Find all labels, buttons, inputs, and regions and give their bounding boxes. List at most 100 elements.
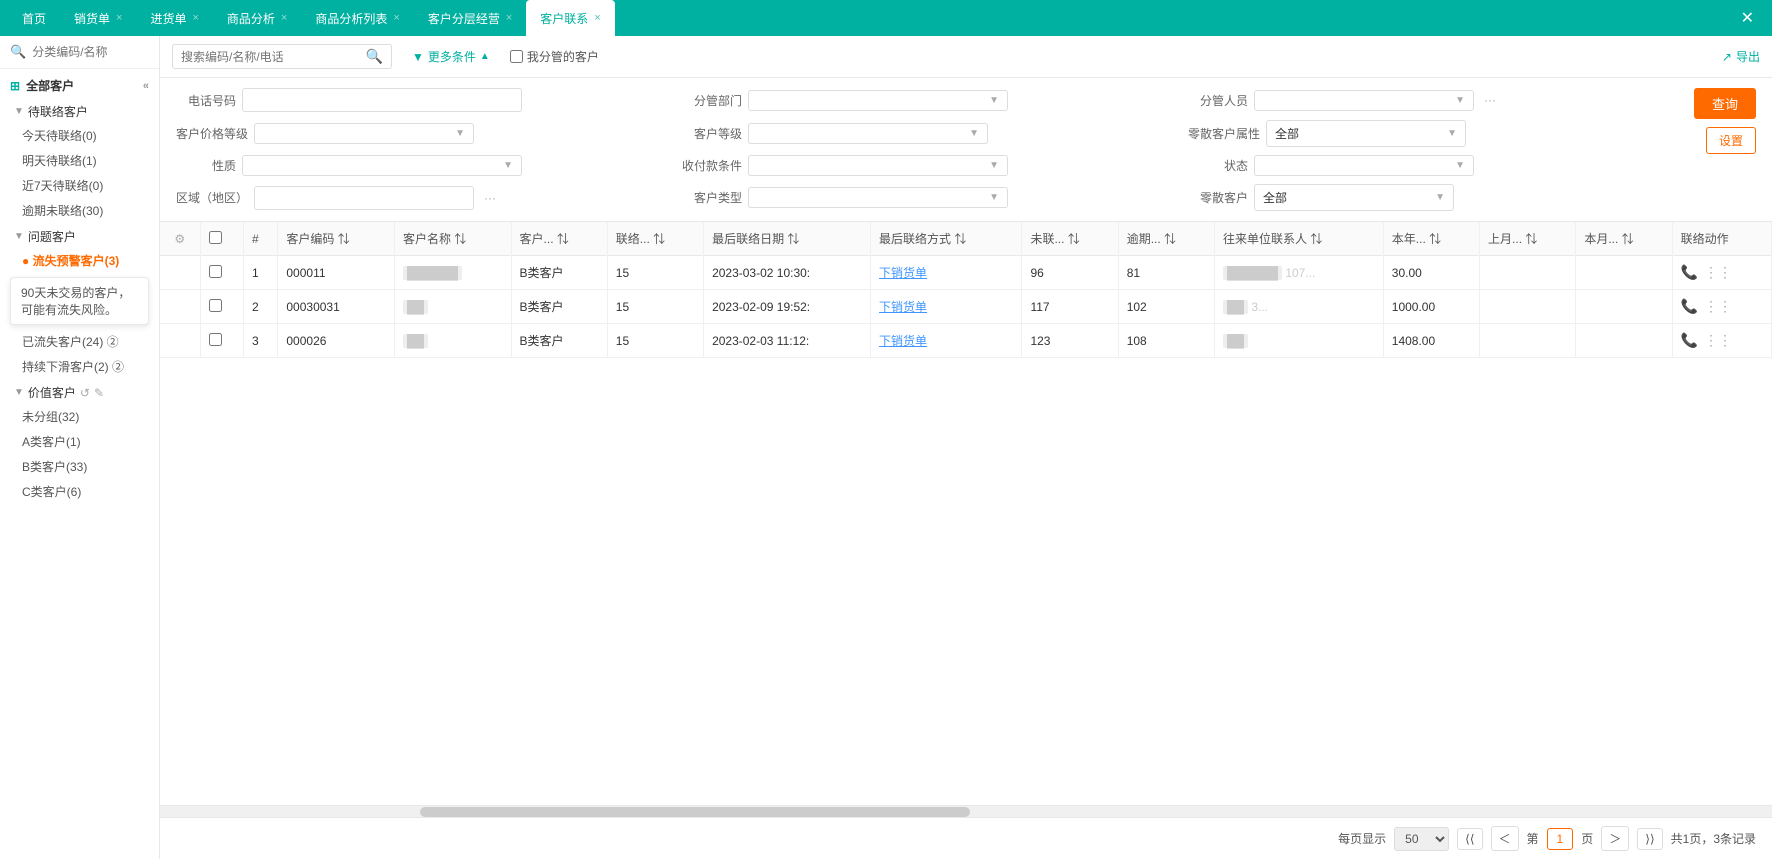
churn-tooltip: 90天未交易的客户，可能有流失风险。	[10, 277, 149, 325]
filter-nature-select[interactable]: ▼	[242, 155, 522, 176]
col-unit-contact[interactable]: 往来单位联系人 ⇅	[1214, 222, 1383, 256]
col-settings[interactable]: ⚙	[160, 222, 200, 256]
call-icon-1[interactable]: 📞	[1681, 298, 1698, 315]
export-button[interactable]: ↗ 导出	[1722, 48, 1760, 65]
filter-person-select[interactable]: ▼	[1254, 90, 1474, 111]
filter-customer-level-select[interactable]: ▼	[748, 123, 988, 144]
col-overdue[interactable]: 逾期... ⇅	[1118, 222, 1214, 256]
sidebar-group-value[interactable]: ▼ 价值客户 ↺ ✎	[0, 379, 159, 404]
sidebar-item-churn-warning[interactable]: ● 流失预警客户(3)	[0, 248, 159, 273]
filter-phone-input[interactable]	[242, 88, 522, 112]
col-last-contact-way[interactable]: 最后联络方式 ⇅	[871, 222, 1022, 256]
row-this-year-1: 1000.00	[1383, 290, 1479, 324]
nav-tab-customer-mgmt-close[interactable]: ×	[506, 12, 512, 24]
filter-customer-type-select[interactable]: ▼	[748, 187, 1008, 208]
row-code-2: 000026	[278, 324, 395, 358]
per-page-select[interactable]: 50 20 100	[1394, 827, 1449, 851]
sidebar-group-problem[interactable]: ▼ 问题客户	[0, 223, 159, 248]
nav-tab-customer-mgmt[interactable]: 客户分层经营 ×	[414, 0, 526, 36]
scrollbar-thumb[interactable]	[420, 807, 970, 817]
edit-icon[interactable]: ✎	[94, 386, 104, 400]
query-button[interactable]: 查询	[1694, 88, 1756, 119]
row-check-0[interactable]	[209, 265, 222, 278]
col-last-contact-date[interactable]: 最后联络日期 ⇅	[704, 222, 871, 256]
my-customers-checkbox[interactable]	[510, 50, 523, 63]
nav-tab-sales-close[interactable]: ×	[116, 12, 122, 24]
nav-tab-analysis[interactable]: 商品分析 ×	[213, 0, 301, 36]
nav-tab-purchase-close[interactable]: ×	[192, 12, 198, 24]
col-level[interactable]: 客户... ⇅	[511, 222, 607, 256]
horizontal-scrollbar[interactable]	[160, 805, 1772, 817]
col-checkbox[interactable]	[200, 222, 244, 256]
row-checkbox-1[interactable]	[200, 290, 244, 324]
sidebar-item-tomorrow[interactable]: 明天待联络(1)	[0, 148, 159, 173]
next-page-button[interactable]: ＞	[1601, 826, 1629, 851]
sidebar-group-pending[interactable]: ▼ 待联络客户	[0, 98, 159, 123]
arrow-down-icon: ▼	[14, 106, 24, 117]
filter-retail-customer-select[interactable]: 全部 ▼	[1254, 184, 1454, 211]
col-this-month[interactable]: 本月... ⇅	[1576, 222, 1672, 256]
sidebar-item-c-class[interactable]: C类客户(6)	[0, 479, 159, 504]
col-code[interactable]: 客户编码 ⇅	[278, 222, 395, 256]
search-submit-icon[interactable]: 🔍	[366, 48, 383, 65]
nav-tab-customer-contact-close[interactable]: ×	[594, 12, 600, 24]
filter-payment-select[interactable]: ▼	[748, 155, 1008, 176]
sidebar-collapse-icon[interactable]: «	[143, 80, 149, 92]
row-last-way-2[interactable]: 下销货单	[871, 324, 1022, 358]
filter-person-dots[interactable]: ···	[1484, 93, 1496, 107]
col-last-month[interactable]: 上月... ⇅	[1480, 222, 1576, 256]
refresh-icon[interactable]: ↺	[80, 386, 90, 400]
more-icon-2[interactable]: ⋮⋮	[1704, 332, 1732, 349]
filter-dept-select[interactable]: ▼	[748, 90, 1008, 111]
row-check-2[interactable]	[209, 333, 222, 346]
sidebar-item-declining[interactable]: 持续下滑客户(2) ②	[0, 354, 159, 379]
search-input[interactable]	[181, 50, 366, 64]
row-checkbox-0[interactable]	[200, 256, 244, 290]
last-page-button[interactable]: ⟩⟩	[1637, 828, 1662, 850]
col-no-contact[interactable]: 未联... ⇅	[1022, 222, 1118, 256]
sidebar-item-overdue[interactable]: 逾期未联络(30)	[0, 198, 159, 223]
first-page-button[interactable]: ⟨⟨	[1457, 828, 1482, 850]
row-last-way-1[interactable]: 下销货单	[871, 290, 1022, 324]
filter-region-dots[interactable]: ···	[484, 191, 496, 205]
settings-gear-icon[interactable]: ⚙	[174, 232, 185, 246]
nav-tab-analysis-list[interactable]: 商品分析列表 ×	[301, 0, 413, 36]
sidebar-search-input[interactable]	[32, 45, 149, 59]
filter-retail-attr-select[interactable]: 全部 ▼	[1266, 120, 1466, 147]
nav-tab-analysis-close[interactable]: ×	[281, 12, 287, 24]
my-customers-check[interactable]: 我分管的客户	[510, 48, 599, 65]
filter-status-select[interactable]: ▼	[1254, 155, 1474, 176]
prev-page-button[interactable]: ＜	[1491, 826, 1519, 851]
nav-tab-analysis-list-close[interactable]: ×	[393, 12, 399, 24]
call-icon-2[interactable]: 📞	[1681, 332, 1698, 349]
col-contact[interactable]: 联络... ⇅	[607, 222, 703, 256]
sidebar-all-customers[interactable]: ⊞ 全部客户 «	[0, 69, 159, 98]
sidebar-item-today[interactable]: 今天待联络(0)	[0, 123, 159, 148]
row-last-way-0[interactable]: 下销货单	[871, 256, 1022, 290]
sidebar-item-ungroup[interactable]: 未分组(32)	[0, 404, 159, 429]
nav-tab-sales[interactable]: 销货单 ×	[60, 0, 136, 36]
settings-button[interactable]: 设置	[1706, 127, 1756, 154]
col-this-year[interactable]: 本年... ⇅	[1383, 222, 1479, 256]
col-num[interactable]: #	[244, 222, 278, 256]
filter-button[interactable]: ▼ 更多条件 ▲	[402, 44, 500, 69]
sidebar-item-churned[interactable]: 已流失客户(24) ②	[0, 329, 159, 354]
col-name[interactable]: 客户名称 ⇅	[394, 222, 511, 256]
row-checkbox-2[interactable]	[200, 324, 244, 358]
more-icon-0[interactable]: ⋮⋮	[1704, 264, 1732, 281]
top-nav: 首页 销货单 × 进货单 × 商品分析 × 商品分析列表 × 客户分层经营 × …	[0, 0, 1772, 36]
nav-tab-home[interactable]: 首页	[8, 0, 60, 36]
window-close-button[interactable]: ✕	[1731, 8, 1764, 28]
more-icon-1[interactable]: ⋮⋮	[1704, 298, 1732, 315]
sidebar-item-7days[interactable]: 近7天待联络(0)	[0, 173, 159, 198]
filter-price-level-select[interactable]: ▼	[254, 123, 474, 144]
select-all-checkbox[interactable]	[209, 231, 222, 244]
nav-tab-purchase[interactable]: 进货单 ×	[136, 0, 212, 36]
row-check-1[interactable]	[209, 299, 222, 312]
filter-region-input[interactable]	[254, 186, 474, 210]
filter-dept: 分管部门 ▼	[682, 90, 1168, 111]
sidebar-item-b-class[interactable]: B类客户(33)	[0, 454, 159, 479]
nav-tab-customer-contact[interactable]: 客户联系 ×	[526, 0, 614, 36]
call-icon-0[interactable]: 📞	[1681, 264, 1698, 281]
sidebar-item-a-class[interactable]: A类客户(1)	[0, 429, 159, 454]
